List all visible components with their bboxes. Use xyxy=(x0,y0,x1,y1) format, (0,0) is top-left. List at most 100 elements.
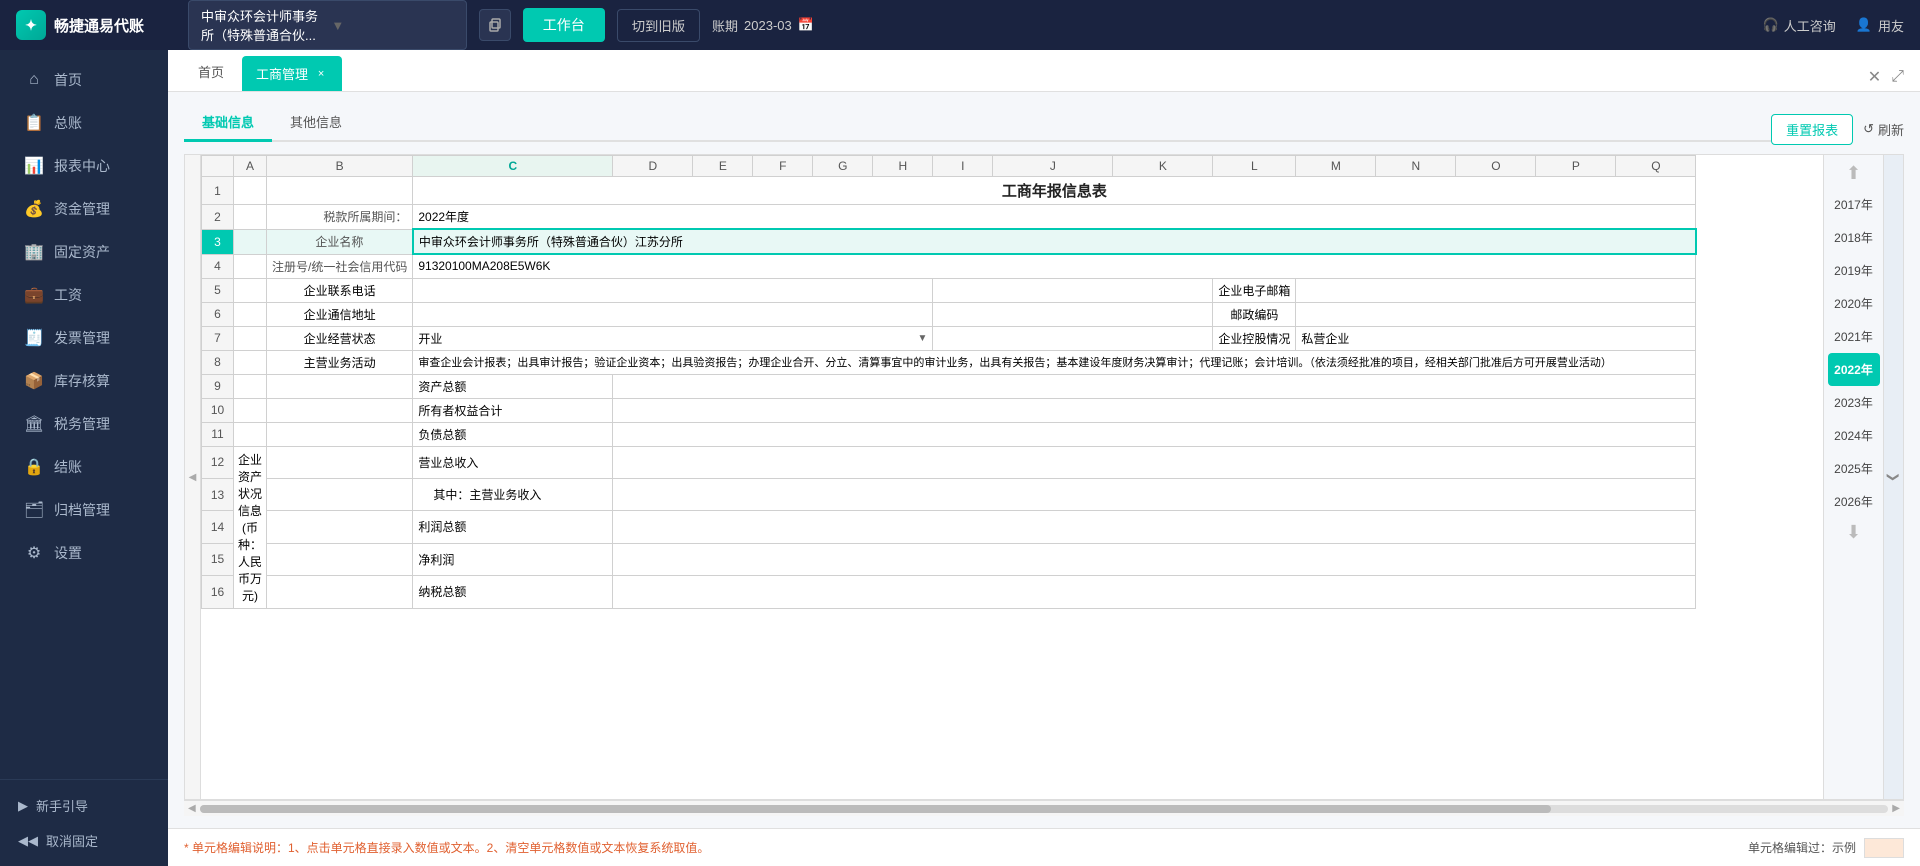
sidebar-item-finance[interactable]: 💰资金管理 xyxy=(8,188,160,230)
row-num-10: 10 xyxy=(202,398,234,422)
cell-14-d[interactable] xyxy=(613,511,1696,543)
cell-7-k[interactable]: 私营企业 xyxy=(1296,326,1696,350)
row-num-15: 15 xyxy=(202,543,234,575)
year-sidebar: ⬆ 2017年2018年2019年2020年2021年2022年2023年202… xyxy=(1823,155,1883,799)
cell-14-b xyxy=(267,511,413,543)
sidebar-item-archive[interactable]: 🗂归档管理 xyxy=(8,489,160,531)
h-scroll-left-btn[interactable]: ◀ xyxy=(188,803,196,814)
period-value: 2023-03 xyxy=(744,18,792,33)
year-scroll-up-button[interactable]: ⬆ xyxy=(1842,159,1865,188)
company-name: 中审众环会计师事务所（特殊普通合伙... xyxy=(201,6,323,44)
cell-13-d[interactable] xyxy=(613,478,1696,510)
sidebar-item-ledger[interactable]: 📋总账 xyxy=(8,102,160,144)
top-header: ✦ 畅捷通易代账 中审众环会计师事务所（特殊普通合伙... ▼ 工作台 切到旧版… xyxy=(0,0,1920,50)
active-tab-label: 工商管理 xyxy=(256,64,308,83)
sidebar-item-closing[interactable]: 🔒结账 xyxy=(8,446,160,488)
reset-report-button[interactable]: 重置报表 xyxy=(1771,114,1853,145)
cell-10-d[interactable] xyxy=(613,398,1696,422)
sample-cell xyxy=(1864,838,1904,858)
tab-active-business[interactable]: 工商管理 × xyxy=(242,56,342,91)
sidebar-collapse-button[interactable]: ❯ xyxy=(1883,155,1903,799)
h-scroll-right-btn[interactable]: ▶ xyxy=(1892,803,1900,814)
new-user-guide-button[interactable]: ▶ 新手引导 xyxy=(8,788,160,823)
cell-8-c[interactable]: 审查企业会计报表；出具审计报告；验证企业资本；出具验资报告；办理企业合开、分立、… xyxy=(413,350,1696,374)
cell-13-c: 其中：主营业务收入 xyxy=(413,478,613,510)
h-scroll-left[interactable]: ◀ xyxy=(185,155,201,799)
old-version-button[interactable]: 切到旧版 xyxy=(617,9,700,42)
copy-company-button[interactable] xyxy=(479,9,511,41)
maximize-window-icon[interactable]: ⤢ xyxy=(1891,68,1904,86)
year-item-2025[interactable]: 2025年 xyxy=(1828,452,1880,485)
sidebar-item-inventory[interactable]: 📦库存核算 xyxy=(8,360,160,402)
sidebar-label-ledger: 总账 xyxy=(54,113,82,133)
cell-3-c[interactable]: 中审众环会计师事务所（特殊普通合伙）江苏分所 xyxy=(413,229,1696,254)
main-layout: ⌂首页📋总账📊报表中心💰资金管理🏢固定资产💼工资🧾发票管理📦库存核算🏛税务管理🔒… xyxy=(0,50,1920,866)
cell-11-d[interactable] xyxy=(613,422,1696,446)
year-item-2020[interactable]: 2020年 xyxy=(1828,287,1880,320)
cell-5-j: 企业电子邮箱 xyxy=(1213,278,1296,302)
cell-5-c[interactable] xyxy=(413,278,933,302)
tab-other-info[interactable]: 其他信息 xyxy=(272,104,360,142)
cell-4-c[interactable]: 91320100MA208E5W6K xyxy=(413,254,1696,278)
tab-basic-info[interactable]: 基础信息 xyxy=(184,104,272,142)
cancel-pin-button[interactable]: ◀◀ 取消固定 xyxy=(8,823,160,858)
horizontal-scrollbar[interactable]: ◀ ▶ xyxy=(184,800,1904,816)
year-item-2026[interactable]: 2026年 xyxy=(1828,485,1880,518)
year-item-2017[interactable]: 2017年 xyxy=(1828,188,1880,221)
workbench-button[interactable]: 工作台 xyxy=(523,8,605,42)
year-scroll-down-button[interactable]: ⬇ xyxy=(1842,518,1865,547)
col-header-l: L xyxy=(1213,156,1296,177)
cell-11-a xyxy=(234,422,267,446)
cell-12-a: 企业资产状况信息(币种：人民币万元) xyxy=(234,446,267,608)
sidebar-item-tax[interactable]: 🏛税务管理 xyxy=(8,403,160,445)
year-item-2024[interactable]: 2024年 xyxy=(1828,419,1880,452)
consult-label: 人工咨询 xyxy=(1784,16,1836,35)
tab-close-button[interactable]: × xyxy=(314,67,328,81)
window-controls: ✕ ⤢ xyxy=(1868,67,1904,91)
cell-6-k[interactable] xyxy=(1296,302,1696,326)
year-item-2018[interactable]: 2018年 xyxy=(1828,221,1880,254)
cell-2-c[interactable]: 2022年度 xyxy=(413,205,1696,230)
closing-icon: 🔒 xyxy=(24,457,44,477)
cell-15-d[interactable] xyxy=(613,543,1696,575)
cell-11-b xyxy=(267,422,413,446)
cell-9-d[interactable] xyxy=(613,374,1696,398)
biz-status-value: 开业 xyxy=(418,330,442,347)
sidebar-item-settings[interactable]: ⚙设置 xyxy=(8,532,160,574)
biz-status-dropdown-icon[interactable]: ▼ xyxy=(917,333,927,344)
company-selector[interactable]: 中审众环会计师事务所（特殊普通合伙... ▼ xyxy=(188,0,467,50)
sidebar-item-home[interactable]: ⌂首页 xyxy=(8,59,160,101)
table-row: 2 税款所属期间： 2022年度 xyxy=(202,205,1696,230)
year-item-2023[interactable]: 2023年 xyxy=(1828,386,1880,419)
year-item-2022[interactable]: 2022年 xyxy=(1828,353,1880,386)
tab-home[interactable]: 首页 xyxy=(184,54,238,91)
cell-12-d[interactable] xyxy=(613,446,1696,478)
consult-button[interactable]: 🎧 人工咨询 xyxy=(1763,16,1836,35)
cell-16-d[interactable] xyxy=(613,576,1696,608)
cell-7-c[interactable]: 开业 ▼ xyxy=(413,326,933,350)
sidebar-item-report[interactable]: 📊报表中心 xyxy=(8,145,160,187)
invoice-icon: 🧾 xyxy=(24,328,44,348)
sidebar-item-salary[interactable]: 💼工资 xyxy=(8,274,160,316)
sidebar-item-invoice[interactable]: 🧾发票管理 xyxy=(8,317,160,359)
table-row: 11 负债总额 xyxy=(202,422,1696,446)
col-header-o: O xyxy=(1456,156,1536,177)
cell-4-b: 注册号/统一社会信用代码 xyxy=(267,254,413,278)
user-menu[interactable]: 👤 用友 xyxy=(1856,16,1904,35)
refresh-button[interactable]: ↺ 刷新 xyxy=(1863,120,1904,139)
row-num-6: 6 xyxy=(202,302,234,326)
year-item-2021[interactable]: 2021年 xyxy=(1828,320,1880,353)
cell-4-a xyxy=(234,254,267,278)
close-window-icon[interactable]: ✕ xyxy=(1868,67,1881,87)
table-row: 8 主营业务活动 审查企业会计报表；出具审计报告；验证企业资本；出具验资报告；办… xyxy=(202,350,1696,374)
cell-3-a xyxy=(234,229,267,254)
cell-6-c[interactable] xyxy=(413,302,933,326)
refresh-label: 刷新 xyxy=(1878,120,1904,139)
cell-5-spacer xyxy=(933,278,1213,302)
spreadsheet-main[interactable]: A B C D E F G H I J K L xyxy=(201,155,1823,799)
cell-5-k[interactable] xyxy=(1296,278,1696,302)
row-num-16: 16 xyxy=(202,576,234,608)
calendar-icon[interactable]: 📅 xyxy=(798,17,814,33)
sidebar-item-assets[interactable]: 🏢固定资产 xyxy=(8,231,160,273)
year-item-2019[interactable]: 2019年 xyxy=(1828,254,1880,287)
